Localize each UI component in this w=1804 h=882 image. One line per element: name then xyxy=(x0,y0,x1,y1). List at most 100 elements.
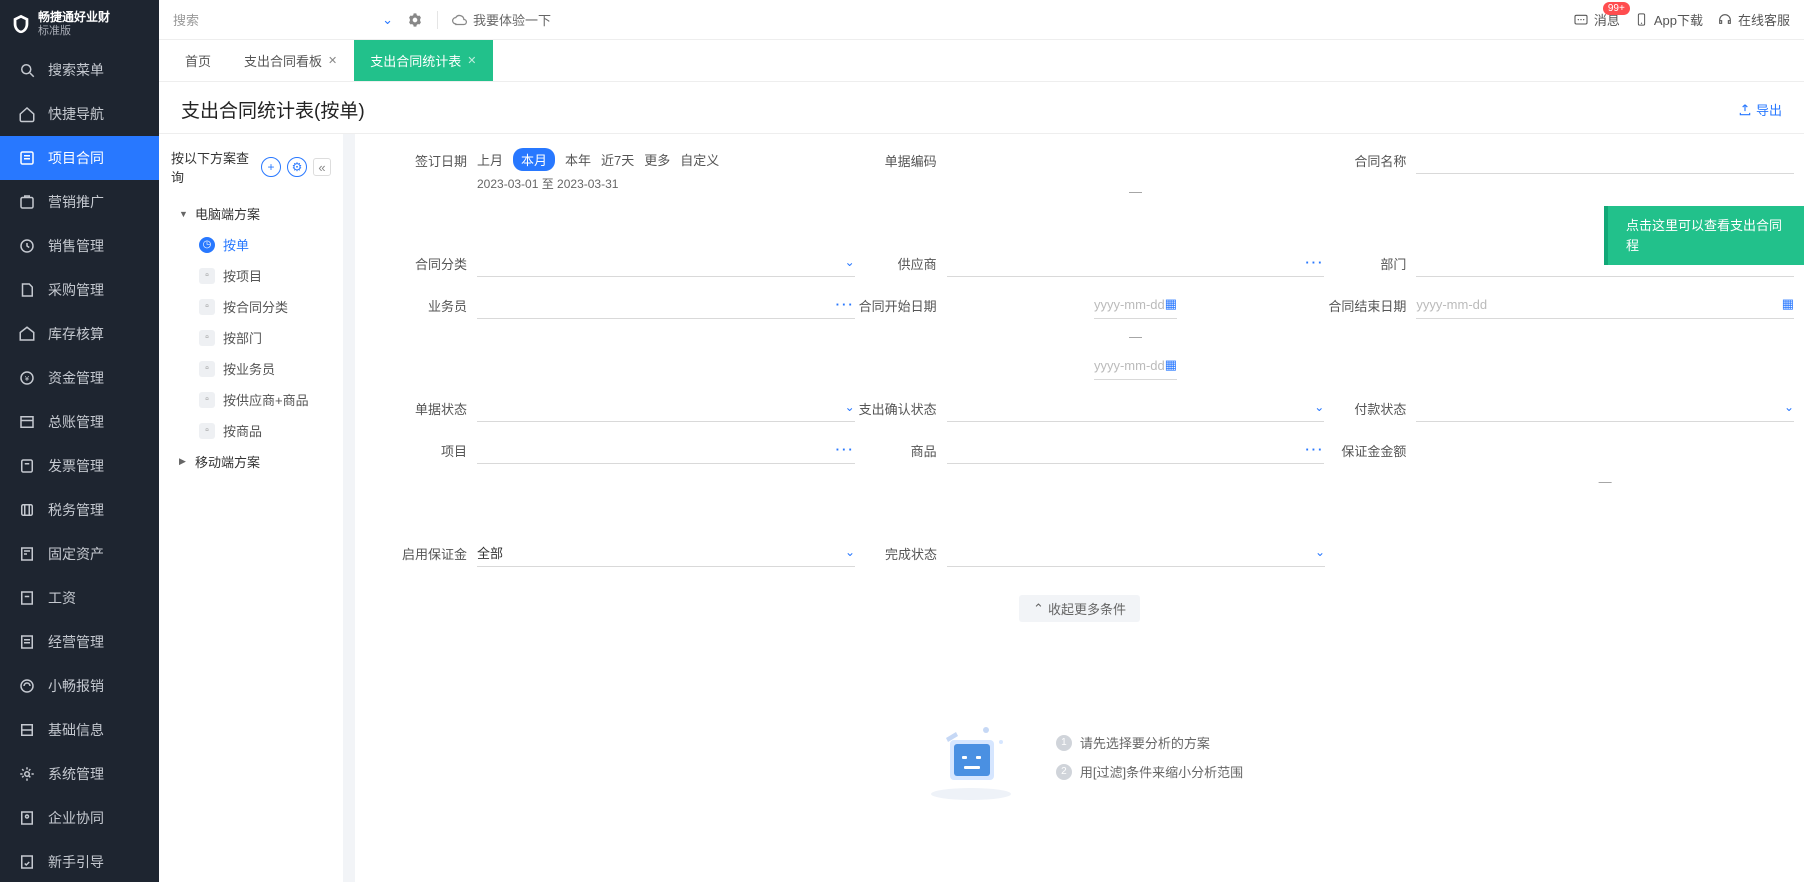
nav-item[interactable]: 销售管理 xyxy=(0,224,159,268)
name-input[interactable] xyxy=(1416,148,1794,174)
svg-text:¥: ¥ xyxy=(25,374,30,383)
tree-child[interactable]: ▫按合同分类 xyxy=(159,291,343,322)
start-date-to[interactable]: yyyy-mm-dd▦ xyxy=(1094,354,1177,380)
date-option[interactable]: 自定义 xyxy=(680,150,719,169)
nav-label: 资金管理 xyxy=(48,368,104,388)
nav-item[interactable]: 项目合同 xyxy=(0,136,159,180)
nav-item[interactable]: ¥ 资金管理 xyxy=(0,356,159,400)
nav-item[interactable]: 总账管理 xyxy=(0,400,159,444)
nav-label: 采购管理 xyxy=(48,280,104,300)
supplier-label: 供应商 xyxy=(855,251,947,273)
nav-item[interactable]: 快捷导航 xyxy=(0,92,159,136)
order-status-select[interactable]: ⌄ xyxy=(477,396,855,422)
nav-item[interactable]: 经营管理 xyxy=(0,620,159,664)
tree-item-icon: ▫ xyxy=(199,423,215,439)
empty-illustration-icon xyxy=(916,712,1026,802)
nav-icon xyxy=(18,193,36,211)
tree-child[interactable]: ▫按供应商+商品 xyxy=(159,384,343,415)
try-label: 我要体验一下 xyxy=(473,10,551,29)
tree-child[interactable]: ◷按单 xyxy=(159,229,343,260)
product-lookup[interactable]: ··· xyxy=(947,438,1325,464)
empty-step-2: 2用[过滤]条件来缩小分析范围 xyxy=(1056,762,1243,781)
code-label: 单据编码 xyxy=(855,148,947,170)
range-dash: — xyxy=(1129,184,1142,199)
nav-item[interactable]: 固定资产 xyxy=(0,532,159,576)
scheme-settings-button[interactable]: ⚙ xyxy=(287,157,307,177)
page-header: 支出合同统计表(按单) 导出 xyxy=(159,82,1804,133)
tree-child[interactable]: ▫按业务员 xyxy=(159,353,343,384)
end-date-from[interactable]: yyyy-mm-dd▦ xyxy=(1416,293,1794,319)
sales-lookup[interactable]: ··· xyxy=(477,293,855,319)
date-option[interactable]: 更多 xyxy=(644,150,670,169)
tree-child[interactable]: ▫按商品 xyxy=(159,415,343,446)
supplier-lookup[interactable]: ··· xyxy=(947,251,1325,277)
try-experience-button[interactable]: 我要体验一下 xyxy=(452,10,551,29)
chevron-down-icon: ▼ xyxy=(179,209,189,219)
nav-icon xyxy=(18,545,36,563)
tree-group[interactable]: ▶移动端方案 xyxy=(159,446,343,477)
tree-child[interactable]: ▫按项目 xyxy=(159,260,343,291)
nav-label: 新手引导 xyxy=(48,852,104,872)
nav-item[interactable]: 营销推广 xyxy=(0,180,159,224)
pay-status-select[interactable]: ⌄ xyxy=(1416,396,1794,422)
start-date-from[interactable]: yyyy-mm-dd▦ xyxy=(1094,293,1177,319)
tab[interactable]: 支出合同统计表 ✕ xyxy=(354,40,493,81)
scheme-title: 按以下方案查询 xyxy=(171,148,255,186)
download-button[interactable]: App下载 xyxy=(1634,10,1703,29)
collapse-filters-button[interactable]: ⌃ 收起更多条件 xyxy=(1019,595,1140,622)
nav-item[interactable]: 基础信息 xyxy=(0,708,159,752)
tab[interactable]: 首页 xyxy=(169,40,228,81)
project-lookup[interactable]: ··· xyxy=(477,438,855,464)
nav-item[interactable]: 采购管理 xyxy=(0,268,159,312)
date-option[interactable]: 本月 xyxy=(513,148,555,171)
chevron-down-icon: ⌄ xyxy=(1314,400,1324,414)
nav-label: 库存核算 xyxy=(48,324,104,344)
global-search[interactable]: 搜索 ⌄ xyxy=(173,10,393,29)
dept-label: 部门 xyxy=(1324,251,1416,273)
collapse-panel-button[interactable]: « xyxy=(313,158,331,176)
range-dash: — xyxy=(1129,329,1142,344)
enable-deposit-select[interactable]: 全部⌄ xyxy=(477,541,855,567)
ellipsis-icon: ··· xyxy=(836,442,855,457)
nav-item[interactable]: 新手引导 xyxy=(0,840,159,882)
enable-deposit-label: 启用保证金 xyxy=(385,541,477,563)
close-icon[interactable]: ✕ xyxy=(328,54,337,67)
nav-item[interactable]: 搜索菜单 xyxy=(0,48,159,92)
tab[interactable]: 支出合同看板✕ xyxy=(228,40,354,81)
service-button[interactable]: 在线客服 xyxy=(1717,10,1790,29)
date-option[interactable]: 上月 xyxy=(477,150,503,169)
nav-label: 快捷导航 xyxy=(48,104,104,124)
chevron-down-icon: ⌄ xyxy=(382,12,393,28)
tab-label: 支出合同统计表 xyxy=(370,51,461,70)
nav-label: 发票管理 xyxy=(48,456,104,476)
nav-icon xyxy=(18,633,36,651)
nav-icon xyxy=(18,501,36,519)
chevron-down-icon: ⌄ xyxy=(1784,400,1794,414)
tree-group[interactable]: ▼电脑端方案 xyxy=(159,198,343,229)
tree-child[interactable]: ▫按部门 xyxy=(159,322,343,353)
messages-button[interactable]: 消息 99+ xyxy=(1573,10,1620,29)
gear-icon[interactable] xyxy=(407,12,423,28)
tree-item-icon: ▫ xyxy=(199,392,215,408)
nav-item[interactable]: 小畅报销 xyxy=(0,664,159,708)
date-option[interactable]: 近7天 xyxy=(601,150,634,169)
complete-status-select[interactable]: ⌄ xyxy=(947,541,1325,567)
tree-item-icon: ◷ xyxy=(199,237,215,253)
nav-item[interactable]: 系统管理 xyxy=(0,752,159,796)
nav-item[interactable]: 企业协同 xyxy=(0,796,159,840)
nav-item[interactable]: 发票管理 xyxy=(0,444,159,488)
nav-item[interactable]: 税务管理 xyxy=(0,488,159,532)
nav-label: 系统管理 xyxy=(48,764,104,784)
category-select[interactable]: ⌄ xyxy=(477,251,855,277)
add-scheme-button[interactable]: + xyxy=(261,157,281,177)
nav-label: 项目合同 xyxy=(48,148,104,168)
empty-state: 1请先选择要分析的方案 2用[过滤]条件来缩小分析范围 xyxy=(355,632,1804,882)
close-icon[interactable]: ✕ xyxy=(467,54,476,67)
calendar-icon: ▦ xyxy=(1782,296,1794,312)
nav-item[interactable]: 工资 xyxy=(0,576,159,620)
export-button[interactable]: 导出 xyxy=(1738,100,1782,119)
date-option[interactable]: 本年 xyxy=(565,150,591,169)
nav-item[interactable]: 库存核算 xyxy=(0,312,159,356)
guide-tip[interactable]: 点击这里可以查看支出合同程 xyxy=(1604,206,1804,265)
confirm-status-select[interactable]: ⌄ xyxy=(947,396,1325,422)
